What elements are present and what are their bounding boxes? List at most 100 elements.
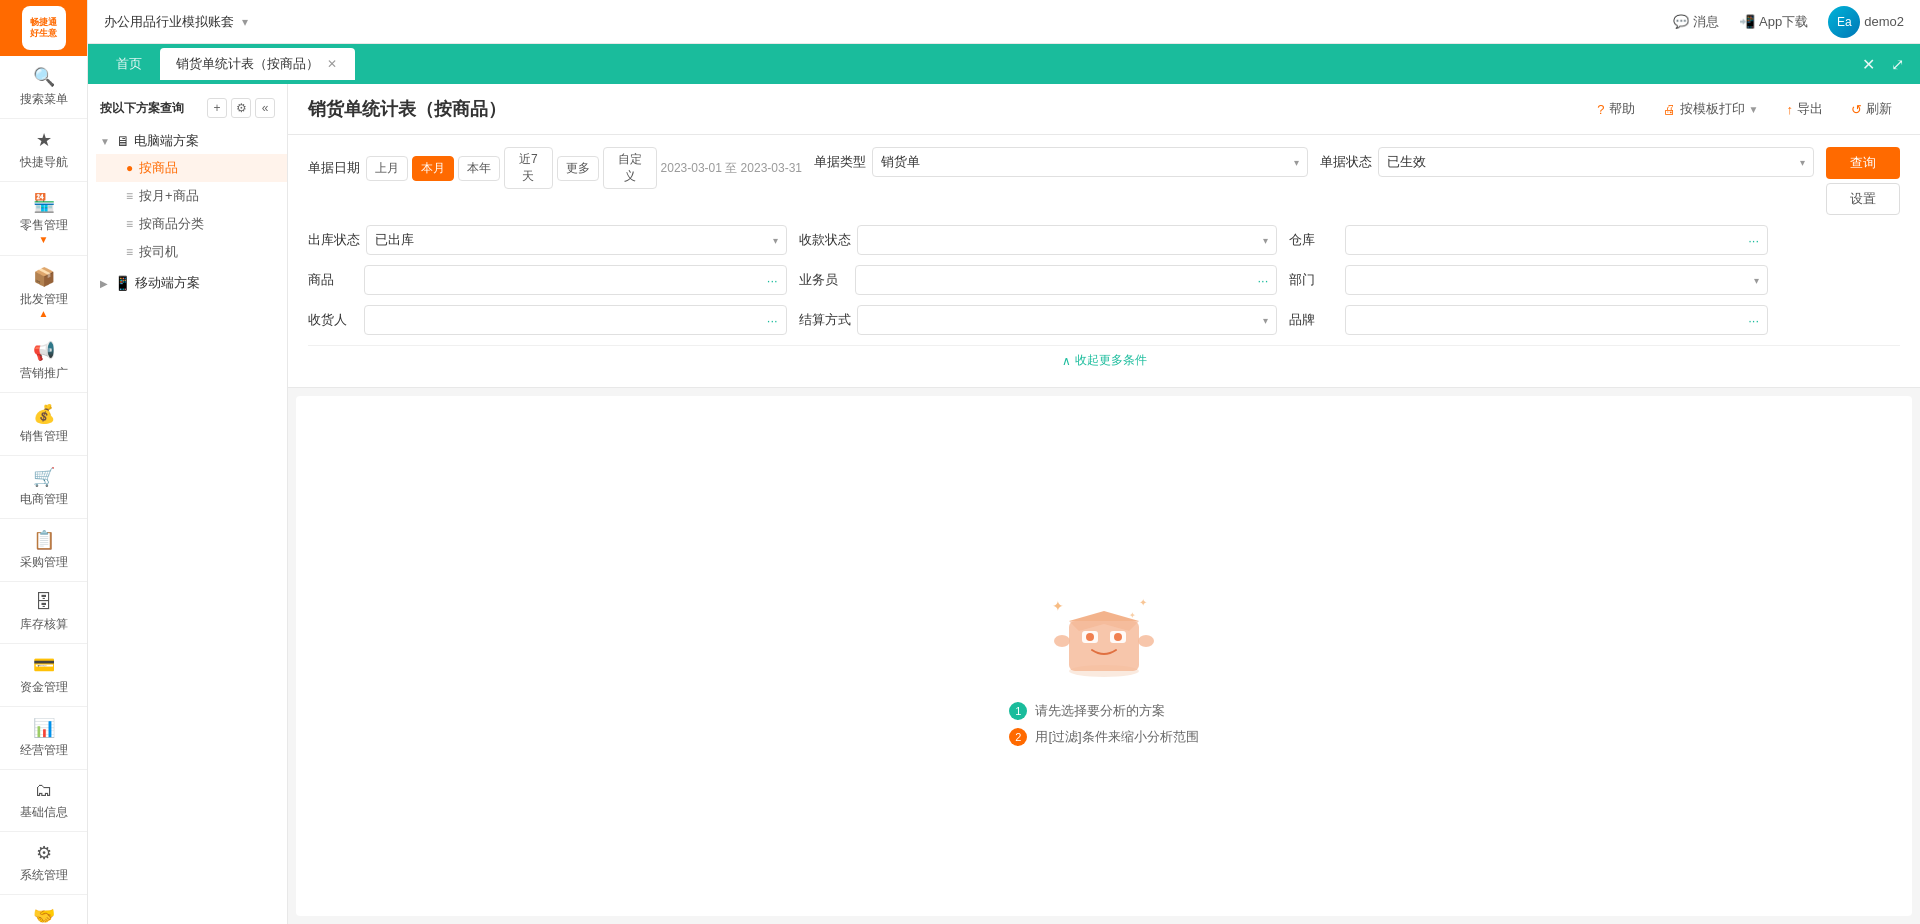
tabbar-right: ✕ ⤢ bbox=[1858, 51, 1908, 78]
refresh-btn[interactable]: ↺ 刷新 bbox=[1843, 96, 1900, 122]
settlement-label: 结算方式 bbox=[799, 311, 851, 329]
sidebar-item-finance[interactable]: 💳 资金管理 bbox=[0, 644, 87, 707]
sidebar-item-label: 库存核算 bbox=[20, 616, 68, 633]
product-select[interactable]: ··· bbox=[364, 265, 787, 295]
query-btn[interactable]: 查询 bbox=[1826, 147, 1900, 179]
date-btn-custom[interactable]: 自定义 bbox=[603, 147, 657, 189]
scheme-item-by-category[interactable]: ≡ 按商品分类 bbox=[96, 210, 287, 238]
sidebar-item-label: 基础信息 bbox=[20, 804, 68, 821]
pay-status-select[interactable]: ▾ bbox=[857, 225, 1278, 255]
scheme-group-pc-label: 电脑端方案 bbox=[134, 132, 199, 150]
sidebar-item-inventory[interactable]: 🗄 库存核算 bbox=[0, 582, 87, 644]
doc-status-value: 已生效 bbox=[1387, 153, 1426, 171]
scheme-group-mobile-header[interactable]: ▶ 📱 移动端方案 bbox=[88, 270, 287, 296]
salesman-select[interactable]: ··· bbox=[855, 265, 1278, 295]
chevron-down-icon: ▼ bbox=[100, 136, 110, 147]
scheme-collapse-btn[interactable]: « bbox=[255, 98, 275, 118]
warehouse-select[interactable]: ··· bbox=[1345, 225, 1768, 255]
scheme-group-pc-header[interactable]: ▼ 🖥 电脑端方案 bbox=[88, 128, 287, 154]
scheme-settings-btn[interactable]: ⚙ bbox=[231, 98, 251, 118]
scheme-panel-header: 按以下方案查询 + ⚙ « bbox=[88, 92, 287, 124]
window-maximize-btn[interactable]: ⤢ bbox=[1887, 51, 1908, 78]
svg-text:✦: ✦ bbox=[1052, 598, 1064, 614]
sidebar-item-shortcuts[interactable]: ★ 快捷导航 bbox=[0, 119, 87, 182]
sidebar-item-label: 经营管理 bbox=[20, 742, 68, 759]
collapse-arrow-icon: ∧ bbox=[1062, 354, 1071, 368]
user-label: demo2 bbox=[1864, 14, 1904, 29]
scheme-add-btn[interactable]: + bbox=[207, 98, 227, 118]
export-btn[interactable]: ↑ 导出 bbox=[1779, 96, 1832, 122]
date-filter-group: 上月 本月 本年 近7天 更多 自定义 2023-03-01 至 2023-03… bbox=[366, 147, 802, 189]
brand-select[interactable]: ··· bbox=[1345, 305, 1768, 335]
doc-type-select[interactable]: 销货单 ▾ bbox=[872, 147, 1308, 177]
purchase-icon: 📋 bbox=[33, 529, 55, 551]
scheme-item-by-cashier[interactable]: ≡ 按司机 bbox=[96, 238, 287, 266]
date-btn-7days[interactable]: 近7天 bbox=[504, 147, 553, 189]
out-status-arrow: ▾ bbox=[773, 235, 778, 246]
date-btn-this-year[interactable]: 本年 bbox=[458, 156, 500, 181]
sidebar-item-label: 系统管理 bbox=[20, 867, 68, 884]
receiver-dots: ··· bbox=[767, 313, 778, 328]
doc-status-select[interactable]: 已生效 ▾ bbox=[1378, 147, 1814, 177]
sidebar-item-sales[interactable]: 💰 销售管理 bbox=[0, 393, 87, 456]
date-range-text: 2023-03-01 至 2023-03-31 bbox=[661, 160, 802, 177]
message-btn[interactable]: 💬 消息 bbox=[1673, 13, 1719, 31]
enterprise-icon: 🤝 bbox=[33, 905, 55, 924]
sidebar-item-label: 零售管理 bbox=[20, 217, 68, 234]
date-btn-this-month[interactable]: 本月 bbox=[412, 156, 454, 181]
inventory-icon: 🗄 bbox=[35, 592, 53, 613]
tip-text-2: 用[过滤]条件来缩小分析范围 bbox=[1035, 728, 1198, 746]
sidebar-item-purchase[interactable]: 📋 采购管理 bbox=[0, 519, 87, 582]
template-print-btn[interactable]: 🖨 按模板打印 ▼ bbox=[1655, 96, 1767, 122]
date-btn-more[interactable]: 更多 bbox=[557, 156, 599, 181]
page-header-top: 销货单统计表（按商品） ? 帮助 🖨 按模板打印 ▼ ↑ bbox=[308, 96, 1900, 122]
window-minimize-btn[interactable]: ✕ bbox=[1858, 51, 1879, 78]
right-content: 销货单统计表（按商品） ? 帮助 🖨 按模板打印 ▼ ↑ bbox=[288, 84, 1920, 924]
sidebar-item-system[interactable]: ⚙ 系统管理 bbox=[0, 832, 87, 895]
industry-dropdown[interactable]: ▾ bbox=[242, 15, 248, 29]
pay-status-arrow: ▾ bbox=[1263, 235, 1268, 246]
sidebar-item-label: 营销推广 bbox=[20, 365, 68, 382]
salesman-label: 业务员 bbox=[799, 271, 849, 289]
sidebar-item-operations[interactable]: 📊 经营管理 bbox=[0, 707, 87, 770]
avatar: Ea bbox=[1828, 6, 1860, 38]
scheme-item-by-product[interactable]: ● 按商品 bbox=[96, 154, 287, 182]
settings-btn[interactable]: 设置 bbox=[1826, 183, 1900, 215]
template-print-label: 按模板打印 bbox=[1680, 100, 1745, 118]
out-status-value: 已出库 bbox=[375, 231, 414, 249]
scheme-panel: 按以下方案查询 + ⚙ « ▼ 🖥 bbox=[88, 84, 288, 924]
empty-illustration: ✦ ✦ ✦ bbox=[1044, 566, 1164, 686]
user-btn[interactable]: Ea demo2 bbox=[1828, 6, 1904, 38]
receiver-select[interactable]: ··· bbox=[364, 305, 787, 335]
sidebar-item-retail[interactable]: 🏪 零售管理 ▼ bbox=[0, 182, 87, 256]
sidebar-item-basic[interactable]: 🗂 基础信息 bbox=[0, 770, 87, 832]
tab-report[interactable]: 销货单统计表（按商品） ✕ bbox=[160, 48, 355, 80]
tab-close-icon[interactable]: ✕ bbox=[325, 57, 339, 71]
doc-type-value: 销货单 bbox=[881, 153, 920, 171]
out-status-select[interactable]: 已出库 ▾ bbox=[366, 225, 787, 255]
sidebar-item-label: 采购管理 bbox=[20, 554, 68, 571]
scheme-pc-items: ● 按商品 ≡ 按月+商品 ≡ 按商品分类 ≡ 按司机 bbox=[88, 154, 287, 266]
star-icon: ★ bbox=[36, 129, 52, 151]
sidebar-item-enterprise[interactable]: 🤝 企业协同 bbox=[0, 895, 87, 924]
scheme-item-by-month-product[interactable]: ≡ 按月+商品 bbox=[96, 182, 287, 210]
svg-point-4 bbox=[1086, 633, 1094, 641]
sidebar-item-label: 销售管理 bbox=[20, 428, 68, 445]
warehouse-dots: ··· bbox=[1748, 233, 1759, 248]
settlement-select[interactable]: ▾ bbox=[857, 305, 1278, 335]
date-btn-last-month[interactable]: 上月 bbox=[366, 156, 408, 181]
sidebar-item-wholesale[interactable]: 📦 批发管理 ▲ bbox=[0, 256, 87, 330]
sidebar-item-marketing[interactable]: 📢 营销推广 bbox=[0, 330, 87, 393]
help-btn[interactable]: ? 帮助 bbox=[1589, 96, 1642, 122]
tab-home-label: 首页 bbox=[116, 55, 142, 73]
collapse-more-btn[interactable]: ∧ 收起更多条件 bbox=[308, 345, 1900, 375]
page-header-actions: ? 帮助 🖨 按模板打印 ▼ ↑ 导出 ↺ bbox=[1589, 96, 1900, 122]
sidebar-item-ecommerce[interactable]: 🛒 电商管理 bbox=[0, 456, 87, 519]
dept-select[interactable]: ▾ bbox=[1345, 265, 1768, 295]
sidebar-item-search[interactable]: 🔍 搜索菜单 bbox=[0, 56, 87, 119]
collapse-icon: « bbox=[262, 101, 269, 115]
list-icon2: ≡ bbox=[126, 217, 133, 231]
app-download-btn[interactable]: 📲 App下载 bbox=[1739, 13, 1808, 31]
tab-home[interactable]: 首页 bbox=[100, 48, 158, 80]
dept-arrow: ▾ bbox=[1754, 275, 1759, 286]
